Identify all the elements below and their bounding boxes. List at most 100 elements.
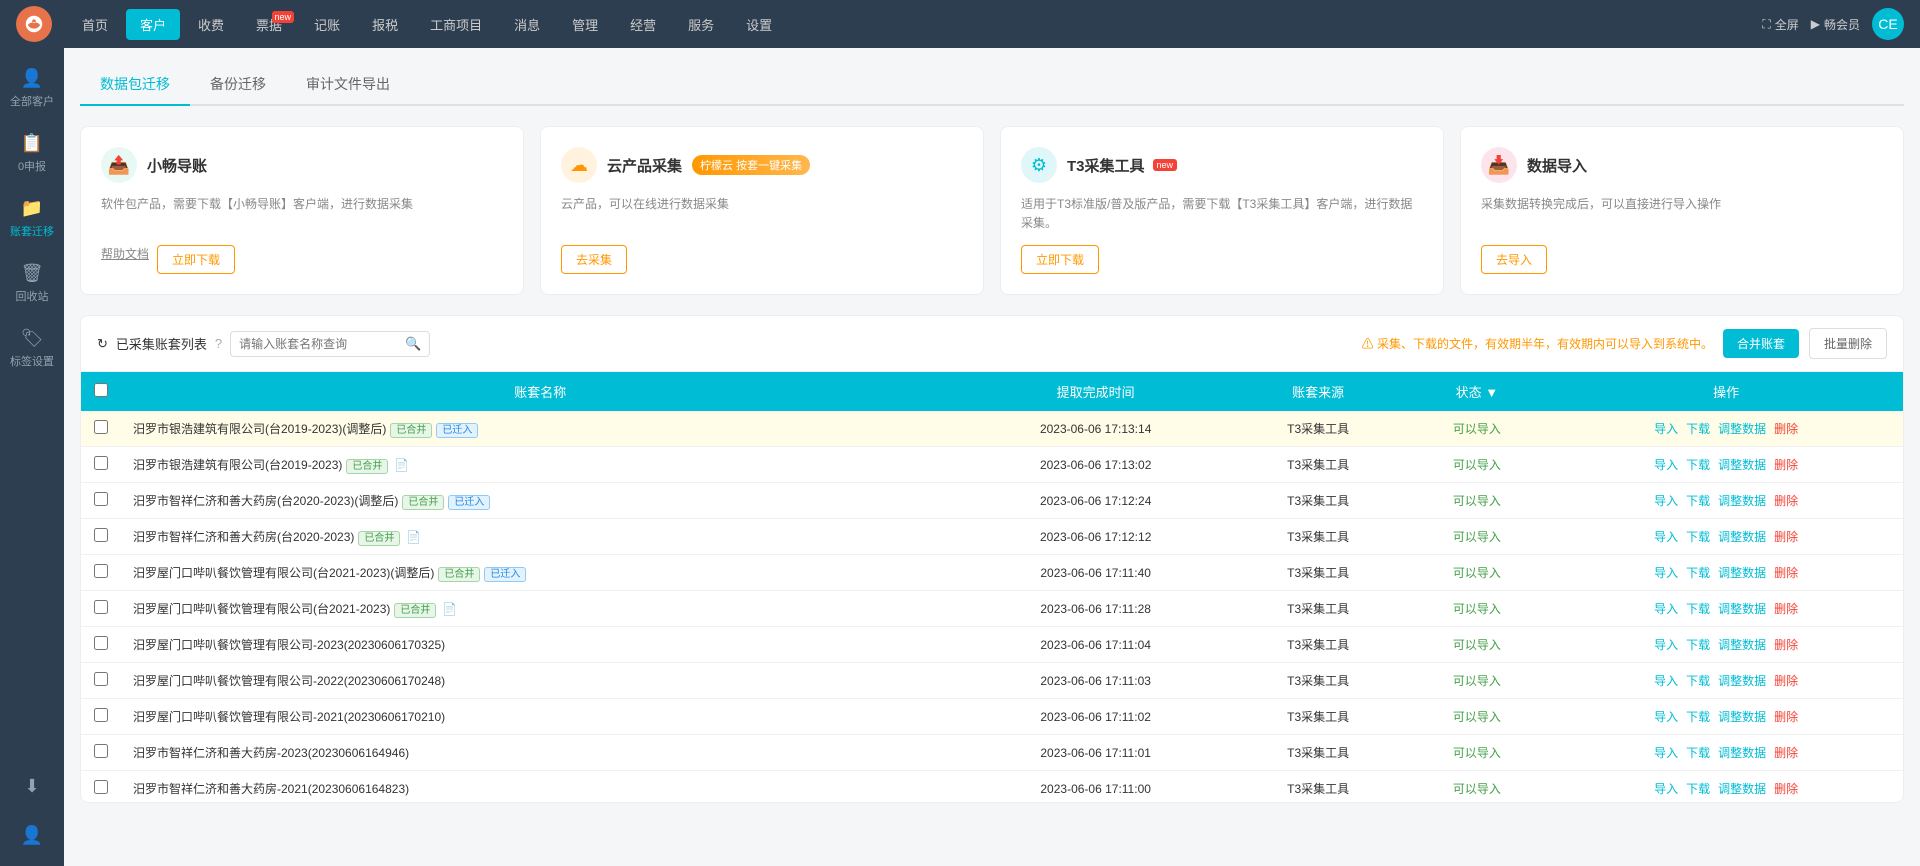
action-delete[interactable]: 删除 [1774,710,1798,724]
action-delete[interactable]: 删除 [1774,638,1798,652]
action-调整数据[interactable]: 调整数据 [1718,458,1766,472]
action-调整数据[interactable]: 调整数据 [1718,422,1766,436]
row-checkbox[interactable] [94,420,108,434]
action-导入[interactable]: 导入 [1654,494,1678,508]
app-logo[interactable] [16,6,52,42]
row-checkbox-cell [81,627,121,663]
t3-download-button[interactable]: 立即下载 [1021,245,1099,274]
action-下载[interactable]: 下载 [1686,530,1710,544]
action-导入[interactable]: 导入 [1654,602,1678,616]
nav-business[interactable]: 工商项目 [416,9,496,40]
sidebar-user-button[interactable]: 👤 [13,815,51,856]
action-调整数据[interactable]: 调整数据 [1718,530,1766,544]
action-delete[interactable]: 删除 [1774,566,1798,580]
row-checkbox[interactable] [94,780,108,794]
sidebar-item-tag-settings[interactable]: 🏷 标签设置 [0,318,64,379]
fullscreen-button[interactable]: ⛶ 全屏 [1762,16,1798,33]
sidebar-item-zero-report[interactable]: 📋 0申报 [0,123,64,184]
xiaochang-help-link[interactable]: 帮助文档 [101,245,149,274]
dataimport-go-button[interactable]: 去导入 [1481,245,1547,274]
action-下载[interactable]: 下载 [1686,782,1710,796]
row-checkbox[interactable] [94,492,108,506]
list-help-icon[interactable]: ? [215,336,222,351]
search-icon[interactable]: 🔍 [405,336,421,352]
action-调整数据[interactable]: 调整数据 [1718,638,1766,652]
nav-home[interactable]: 首页 [68,9,122,40]
table-row: 汨罗市智祥仁济和善大药房(台2020-2023)已合并📄2023-06-06 1… [81,519,1903,555]
action-下载[interactable]: 下载 [1686,566,1710,580]
action-导入[interactable]: 导入 [1654,566,1678,580]
row-checkbox[interactable] [94,708,108,722]
action-导入[interactable]: 导入 [1654,674,1678,688]
tab-data-migration[interactable]: 数据包迁移 [80,64,190,106]
nav-fee[interactable]: 收费 [184,9,238,40]
col-status[interactable]: 状态 ▼ [1405,372,1550,411]
action-调整数据[interactable]: 调整数据 [1718,602,1766,616]
row-checkbox[interactable] [94,600,108,614]
action-导入[interactable]: 导入 [1654,746,1678,760]
action-调整数据[interactable]: 调整数据 [1718,494,1766,508]
col-name: 账套名称 [121,372,960,411]
action-下载[interactable]: 下载 [1686,422,1710,436]
xiaochang-download-button[interactable]: 立即下载 [157,245,235,274]
action-delete[interactable]: 删除 [1774,674,1798,688]
row-checkbox[interactable] [94,744,108,758]
sidebar-item-recycle[interactable]: 🗑 回收站 [0,253,64,314]
row-checkbox[interactable] [94,636,108,650]
batch-delete-button[interactable]: 批量删除 [1809,328,1887,359]
member-button[interactable]: ▶ 畅会员 [1811,16,1860,33]
tab-backup-migration[interactable]: 备份迁移 [190,64,286,106]
cloud-collect-button[interactable]: 去采集 [561,245,627,274]
action-下载[interactable]: 下载 [1686,494,1710,508]
action-delete[interactable]: 删除 [1774,782,1798,796]
nav-bookkeeping[interactable]: 记账 [300,9,354,40]
sidebar-download-button[interactable]: ⬇ [13,766,51,807]
sidebar-item-account-migration[interactable]: 📁 账套迁移 [0,188,64,249]
nav-tax[interactable]: 报税 [358,9,412,40]
action-导入[interactable]: 导入 [1654,530,1678,544]
nav-service[interactable]: 服务 [674,9,728,40]
action-下载[interactable]: 下载 [1686,710,1710,724]
action-导入[interactable]: 导入 [1654,710,1678,724]
row-checkbox[interactable] [94,528,108,542]
table-row: 汨罗市银浩建筑有限公司(台2019-2023)已合并📄2023-06-06 17… [81,447,1903,483]
action-调整数据[interactable]: 调整数据 [1718,782,1766,796]
nav-message[interactable]: 消息 [500,9,554,40]
action-下载[interactable]: 下载 [1686,602,1710,616]
select-all-checkbox[interactable] [94,383,108,397]
action-导入[interactable]: 导入 [1654,638,1678,652]
action-调整数据[interactable]: 调整数据 [1718,746,1766,760]
action-delete[interactable]: 删除 [1774,458,1798,472]
action-下载[interactable]: 下载 [1686,674,1710,688]
action-调整数据[interactable]: 调整数据 [1718,566,1766,580]
nav-settings[interactable]: 设置 [732,9,786,40]
action-下载[interactable]: 下载 [1686,638,1710,652]
action-delete[interactable]: 删除 [1774,422,1798,436]
merge-account-button[interactable]: 合并账套 [1723,329,1799,358]
action-导入[interactable]: 导入 [1654,782,1678,796]
action-导入[interactable]: 导入 [1654,458,1678,472]
nav-manage[interactable]: 管理 [558,9,612,40]
nav-customer[interactable]: 客户 [126,9,180,40]
action-delete[interactable]: 删除 [1774,530,1798,544]
row-checkbox[interactable] [94,564,108,578]
action-delete[interactable]: 删除 [1774,494,1798,508]
action-导入[interactable]: 导入 [1654,422,1678,436]
card-dataimport: 📥 数据导入 采集数据转换完成后，可以直接进行导入操作 去导入 [1460,126,1904,295]
tab-audit-export[interactable]: 审计文件导出 [286,64,410,106]
refresh-icon[interactable]: ↻ [97,336,108,352]
action-delete[interactable]: 删除 [1774,746,1798,760]
row-checkbox-cell [81,483,121,519]
sidebar-item-all-customers[interactable]: 👤 全部客户 [0,58,64,119]
action-下载[interactable]: 下载 [1686,746,1710,760]
row-checkbox[interactable] [94,672,108,686]
user-avatar[interactable]: CE [1872,8,1904,40]
action-下载[interactable]: 下载 [1686,458,1710,472]
action-delete[interactable]: 删除 [1774,602,1798,616]
nav-invoice[interactable]: 票据 new [242,9,296,40]
search-input[interactable] [239,337,399,351]
action-调整数据[interactable]: 调整数据 [1718,674,1766,688]
action-调整数据[interactable]: 调整数据 [1718,710,1766,724]
nav-operation[interactable]: 经营 [616,9,670,40]
row-checkbox[interactable] [94,456,108,470]
